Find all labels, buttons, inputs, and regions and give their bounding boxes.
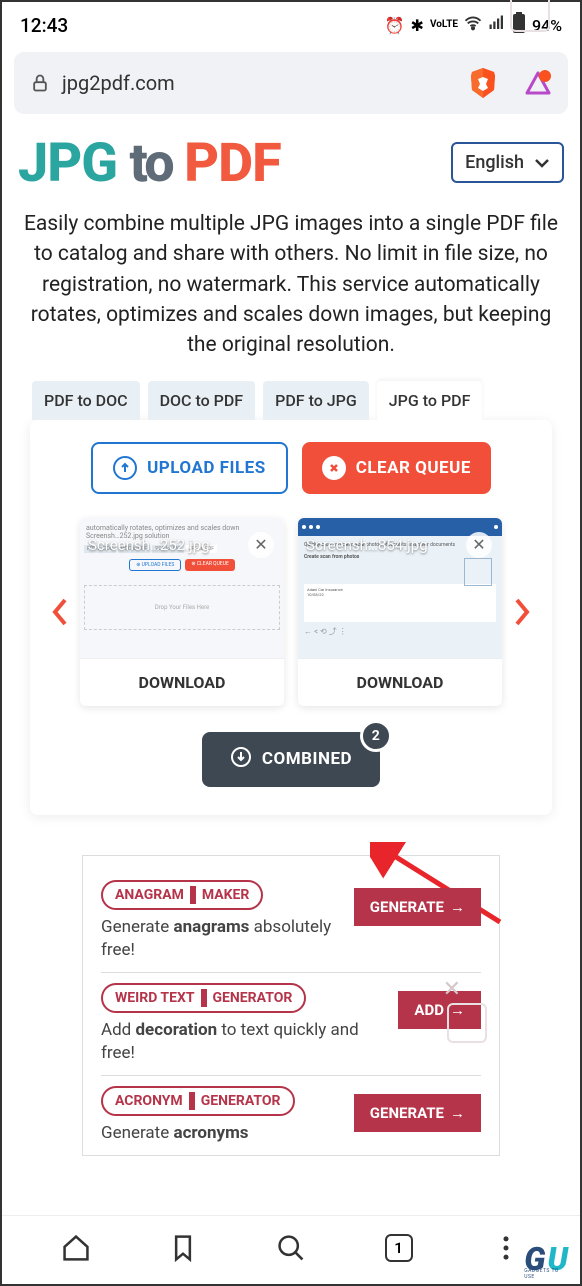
page-header: JPG to PDF English (2, 124, 580, 197)
carousel-prev-button[interactable] (48, 592, 72, 632)
volte-icon: VoLTE (430, 20, 458, 30)
ad-badge: WEIRD TEXTGENERATOR (101, 983, 306, 1013)
ad-item: ✕ WEIRD TEXTGENERATOR Add decoration to … (101, 973, 481, 1076)
home-button[interactable] (60, 1232, 92, 1264)
carousel-next-button[interactable] (510, 592, 534, 632)
tool-panel: UPLOAD FILES CLEAR QUEUE automatically r… (30, 420, 552, 815)
tab-jpg-to-pdf[interactable]: JPG to PDF (377, 381, 483, 420)
clear-queue-button[interactable]: CLEAR QUEUE (302, 442, 491, 494)
browser-bottom-nav: 1 (2, 1215, 580, 1284)
status-time: 12:43 (20, 14, 68, 37)
brave-icon[interactable] (468, 66, 498, 100)
file-card: Quickly crop and clean your photos of re… (298, 518, 502, 706)
brave-badge-icon[interactable] (524, 69, 552, 97)
bookmark-button[interactable] (167, 1232, 199, 1264)
download-button[interactable]: DOWNLOAD (80, 658, 284, 706)
tab-pdf-to-jpg[interactable]: PDF to JPG (263, 381, 369, 420)
upload-files-button[interactable]: UPLOAD FILES (91, 442, 288, 494)
address-bar[interactable]: jpg2pdf.com (14, 52, 568, 114)
file-remove-button[interactable]: ✕ (248, 532, 274, 558)
ad-badge: ANAGRAMMAKER (101, 880, 263, 910)
language-selector[interactable]: English (451, 142, 564, 183)
combined-download-button[interactable]: COMBINED 2 (202, 732, 380, 787)
url-text: jpg2pdf.com (62, 71, 456, 95)
upload-icon (113, 456, 137, 480)
menu-button[interactable] (490, 1232, 522, 1264)
page-description: Easily combine multiple JPG images into … (2, 197, 580, 381)
ad-generate-button[interactable]: GENERATE→ (354, 1094, 481, 1132)
ad-badge: ACRONYMGENERATOR (101, 1086, 295, 1116)
conversion-tabs: PDF to DOC DOC to PDF PDF to JPG JPG to … (2, 381, 580, 420)
ad-item: ANAGRAMMAKER Generate anagrams absolutel… (101, 870, 481, 973)
file-remove-button[interactable]: ✕ (466, 532, 492, 558)
ads-section: ANAGRAMMAKER Generate anagrams absolutel… (82, 855, 500, 1156)
tabs-button[interactable]: 1 (383, 1232, 415, 1264)
site-logo: JPG to PDF (18, 136, 441, 193)
language-label: English (465, 152, 524, 173)
search-button[interactable] (275, 1232, 307, 1264)
tab-doc-to-pdf[interactable]: DOC to PDF (148, 381, 256, 420)
chevron-down-icon (534, 152, 550, 173)
download-button[interactable]: DOWNLOAD (298, 658, 502, 706)
download-icon (230, 746, 252, 773)
arrow-right-icon: → (450, 898, 465, 916)
ad-generate-button[interactable]: GENERATE→ (354, 888, 481, 926)
clear-icon (322, 456, 346, 480)
alarm-icon: ⏰ (385, 16, 405, 35)
ad-item: ACRONYMGENERATOR Generate acronyms GENER… (101, 1076, 481, 1155)
lock-icon (30, 73, 50, 93)
arrow-right-icon: → (450, 1104, 465, 1122)
gadgets-to-use-watermark: GU GADGETS TO USE (524, 1240, 568, 1278)
bluetooth-icon: ✱ (411, 16, 424, 35)
signal-icon (488, 14, 506, 36)
status-bar: 12:43 ⏰ ✱ VoLTE 94% (2, 2, 580, 42)
file-card: automatically rotates, optimizes and sca… (80, 518, 284, 706)
wifi-icon (464, 14, 482, 36)
file-count-badge: 2 (360, 720, 392, 752)
tab-pdf-to-doc[interactable]: PDF to DOC (32, 381, 140, 420)
